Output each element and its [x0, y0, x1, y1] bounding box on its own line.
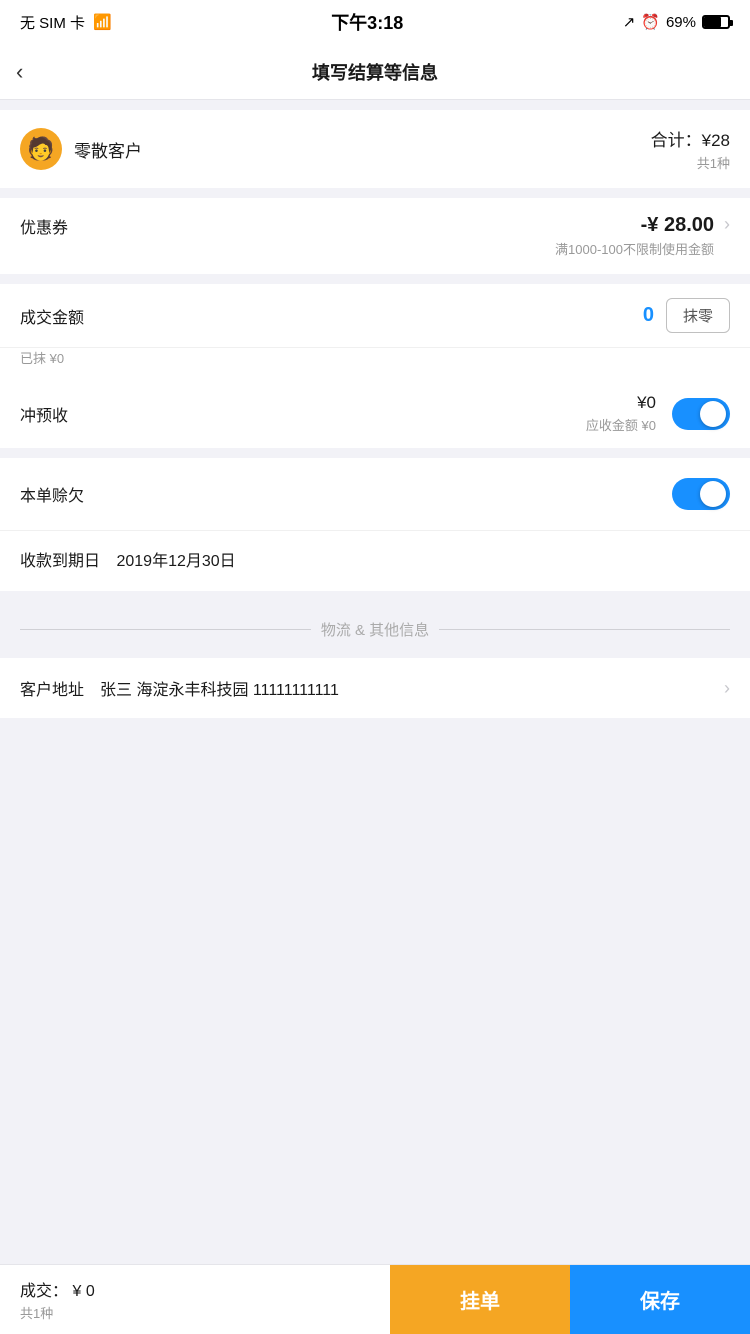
address-chevron-icon: › [724, 678, 730, 699]
transaction-label: 成交金额 [20, 304, 100, 328]
debt-row: 本单赊欠 [0, 458, 750, 530]
prepayment-row: 冲预收 ¥0 应收金额 ¥0 [0, 379, 750, 448]
bottom-spacer [0, 718, 750, 818]
battery-text: 69% [666, 14, 696, 31]
debt-section: 本单赊欠 收款到期日 2019年12月30日 [0, 458, 750, 591]
logistics-label: 物流 & 其他信息 [321, 619, 429, 640]
status-left: 无 SIM 卡 📶 [20, 12, 112, 33]
prepayment-label: 冲预收 [20, 402, 100, 426]
customer-name: 零散客户 [74, 137, 142, 162]
prepayment-sub: 应收金额 ¥0 [586, 415, 656, 434]
status-time: 下午3:18 [331, 9, 403, 35]
prepayment-amount: ¥0 [586, 393, 656, 413]
transaction-sub: 已抹 ¥0 [0, 348, 750, 379]
back-button[interactable]: ‹ [16, 59, 23, 85]
coupon-desc: 满1000-100不限制使用金额 [555, 239, 714, 258]
main-content: 🧑 零散客户 合计：¥28 共1种 优惠券 -¥ 28.00 满1000-100… [0, 110, 750, 818]
toggle-knob [700, 401, 726, 427]
address-value: 张三 海淀永丰科技园 11111111111 [100, 676, 718, 700]
transaction-row: 成交金额 0 抹零 [0, 284, 750, 348]
prepayment-right: ¥0 应收金额 ¥0 [586, 393, 730, 434]
footer-info: 成交： ¥ 0 共1种 [0, 1277, 390, 1322]
logistics-divider: 物流 & 其他信息 [0, 601, 750, 658]
divider-line-left [20, 629, 311, 630]
avatar-icon: 🧑 [27, 136, 54, 162]
battery-fill [704, 17, 721, 27]
transaction-input-group: 0 抹零 [643, 298, 730, 333]
round-zero-button[interactable]: 抹零 [666, 298, 730, 333]
footer-transaction-label: 成交： [20, 1283, 68, 1300]
prepayment-toggle[interactable] [672, 398, 730, 430]
prepayment-values: ¥0 应收金额 ¥0 [586, 393, 656, 434]
debt-toggle-knob [700, 481, 726, 507]
customer-right: 合计：¥28 共1种 [651, 126, 730, 172]
nav-bar: ‹ 填写结算等信息 [0, 44, 750, 100]
coupon-right: -¥ 28.00 满1000-100不限制使用金额 › [555, 214, 730, 258]
customer-left: 🧑 零散客户 [20, 128, 142, 170]
page-title: 填写结算等信息 [312, 59, 438, 85]
address-section: 客户地址 张三 海淀永丰科技园 11111111111 › [0, 658, 750, 718]
footer: 成交： ¥ 0 共1种 挂单 保存 [0, 1264, 750, 1334]
battery-bar [702, 15, 730, 29]
debt-label: 本单赊欠 [20, 482, 84, 506]
divider-line-right [439, 629, 730, 630]
debt-toggle[interactable] [672, 478, 730, 510]
coupon-label: 优惠券 [20, 214, 100, 238]
alarm-icon: ⏰ [641, 13, 660, 31]
coupon-section: 优惠券 -¥ 28.00 满1000-100不限制使用金额 › [0, 198, 750, 274]
footer-transaction-value: ¥ 0 [72, 1283, 94, 1300]
coupon-amount: -¥ 28.00 [641, 214, 714, 237]
date-value: 2019年12月30日 [116, 553, 235, 570]
footer-transaction: 成交： ¥ 0 [20, 1277, 370, 1301]
total-count: 共1种 [651, 153, 730, 172]
date-label: 收款到期日 [20, 553, 100, 570]
status-right: ↗ ⏰ 69% [623, 13, 730, 31]
wifi-icon: 📶 [93, 13, 112, 31]
save-button[interactable]: 保存 [570, 1265, 750, 1334]
logistics-section: 物流 & 其他信息 [0, 601, 750, 658]
transaction-section: 成交金额 0 抹零 已抹 ¥0 冲预收 ¥0 应收金额 ¥0 [0, 284, 750, 448]
coupon-values: -¥ 28.00 满1000-100不限制使用金额 [555, 214, 714, 258]
transaction-value[interactable]: 0 [643, 304, 654, 327]
address-row[interactable]: 客户地址 张三 海淀永丰科技园 11111111111 › [0, 658, 750, 718]
footer-count: 共1种 [20, 1303, 370, 1322]
location-icon: ↗ [623, 13, 636, 31]
total-amount: 合计：¥28 [651, 126, 730, 151]
carrier-text: 无 SIM 卡 [20, 12, 85, 33]
customer-section: 🧑 零散客户 合计：¥28 共1种 [0, 110, 750, 188]
chevron-right-icon: › [724, 214, 730, 235]
address-label: 客户地址 [20, 676, 100, 700]
hang-order-button[interactable]: 挂单 [390, 1265, 570, 1334]
date-row[interactable]: 收款到期日 2019年12月30日 [0, 530, 750, 591]
status-bar: 无 SIM 卡 📶 下午3:18 ↗ ⏰ 69% [0, 0, 750, 44]
coupon-row[interactable]: 优惠券 -¥ 28.00 满1000-100不限制使用金额 › [0, 198, 750, 274]
customer-avatar: 🧑 [20, 128, 62, 170]
